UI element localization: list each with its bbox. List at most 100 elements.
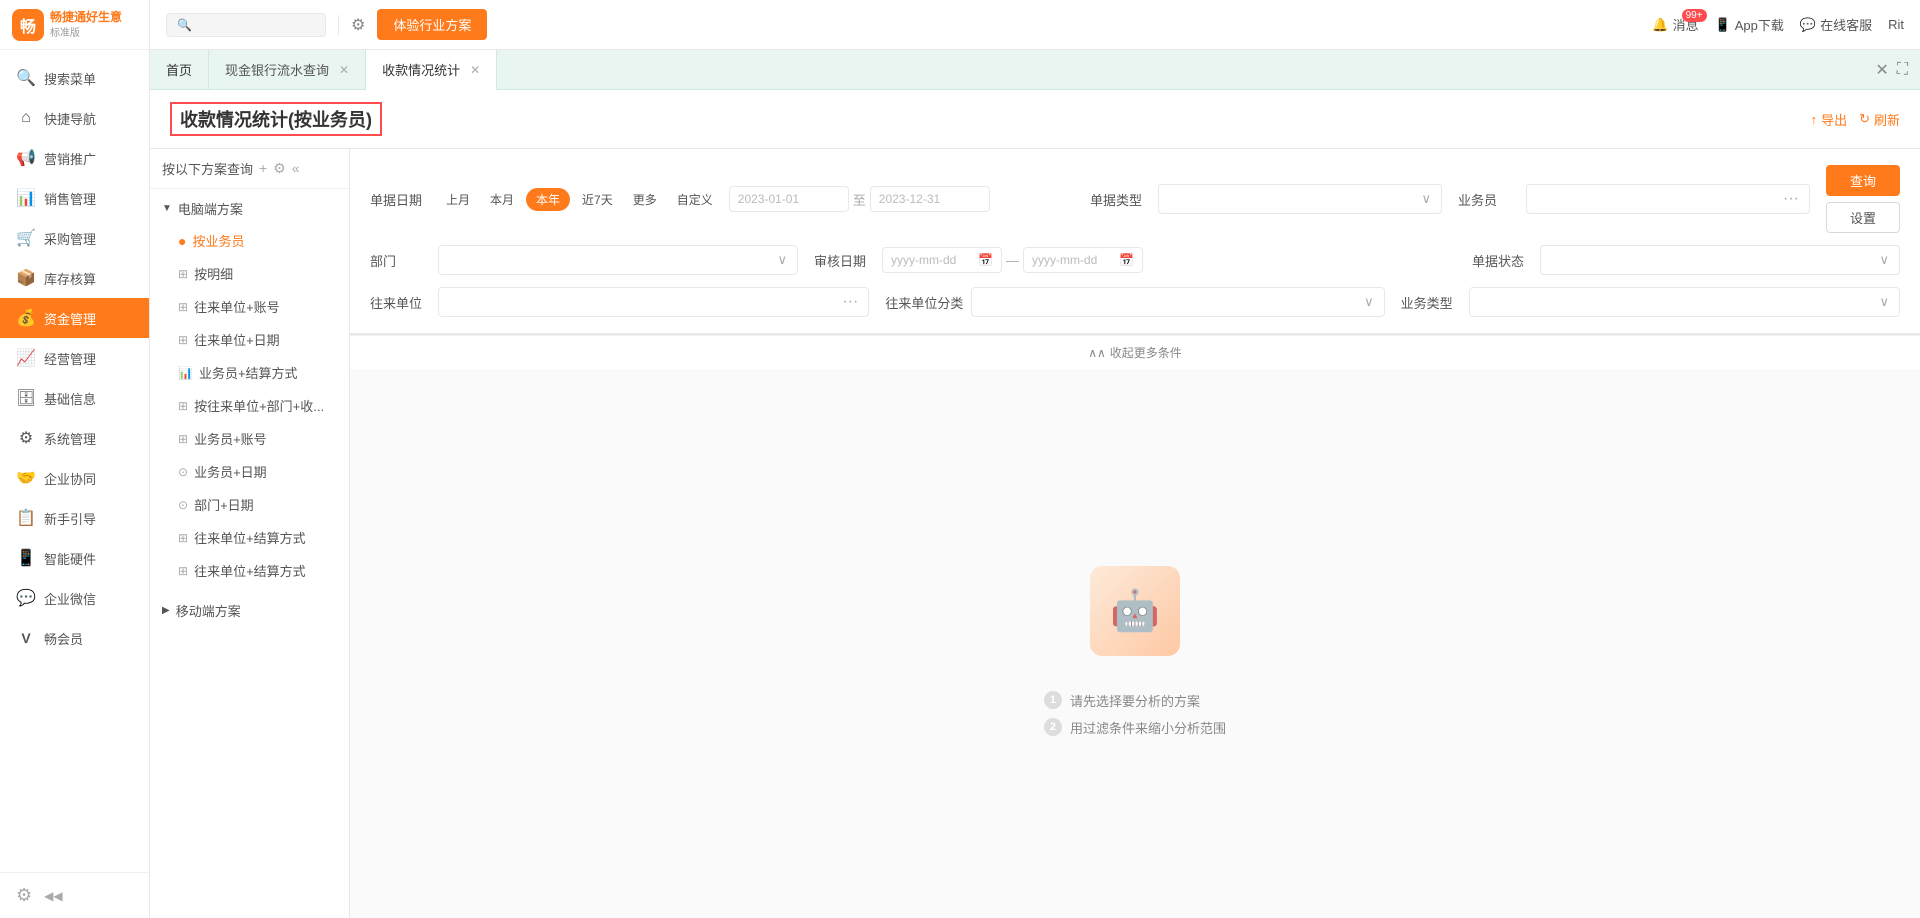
scheme-desktop-title[interactable]: ▼ 电脑端方案 <box>150 193 349 224</box>
date-tab-this-year[interactable]: 本年 <box>526 188 570 211</box>
counterpart-field: 往来单位 ··· <box>370 287 869 317</box>
tab-collection-close[interactable]: ✕ <box>470 63 480 77</box>
voucher-status-input[interactable]: ∨ <box>1540 245 1900 275</box>
finance-icon: 💰 <box>16 308 36 328</box>
scheme-item-icon-4: 📊 <box>178 366 193 380</box>
scheme-item-label-4: 业务员+结算方式 <box>199 363 298 382</box>
sidebar-item-system[interactable]: ⚙ 系统管理 <box>0 418 149 458</box>
gear-icon[interactable]: ⚙ <box>351 15 365 35</box>
date-end-input[interactable]: 2023-12-31 <box>870 186 990 212</box>
footer-expand-icon[interactable]: ◀◀ <box>44 889 62 903</box>
scheme-item-unit-date[interactable]: ⊞ 往来单位+日期 <box>150 323 349 356</box>
tab-bank[interactable]: 现金银行流水查询 ✕ <box>209 50 366 90</box>
empty-robot-icon: 🤖 <box>1090 566 1180 656</box>
logo-name: 畅捷通好生意 <box>50 10 122 24</box>
date-start-input[interactable]: 2023-01-01 <box>729 186 849 212</box>
tip-num-1: 1 <box>1044 691 1062 709</box>
scheme-item-unit-account[interactable]: ⊞ 往来单位+账号 <box>150 290 349 323</box>
refresh-label: 刷新 <box>1874 110 1900 129</box>
sidebar-item-search[interactable]: 🔍 搜索菜单 <box>0 58 149 98</box>
page-content: 收款情况统计(按业务员) ↑ 导出 ↻ 刷新 按以下 <box>150 90 1920 918</box>
sidebar-item-hardware[interactable]: 📱 智能硬件 <box>0 538 149 578</box>
tab-bank-close[interactable]: ✕ <box>339 63 349 77</box>
scheme-item-salesman-settle[interactable]: 📊 业务员+结算方式 <box>150 356 349 389</box>
review-end-input[interactable]: yyyy-mm-dd 📅 <box>1023 247 1143 273</box>
salesman-field: 业务员 ··· <box>1458 184 1810 214</box>
scheme-item-unit-dept[interactable]: ⊞ 按往来单位+部门+收... <box>150 389 349 422</box>
settings-button[interactable]: 设置 <box>1826 202 1900 233</box>
voucher-type-input[interactable]: ∨ <box>1158 184 1442 214</box>
sidebar-item-finance[interactable]: 💰 资金管理 <box>0 298 149 338</box>
query-button[interactable]: 查询 <box>1826 165 1900 196</box>
chevron-down-icon: ▼ <box>162 203 172 214</box>
scheme-panel-title: 按以下方案查询 <box>162 159 253 178</box>
scheme-item-unit-settle1[interactable]: ⊞ 往来单位+结算方式 <box>150 521 349 554</box>
tab-collection[interactable]: 收款情况统计 ✕ <box>366 50 497 90</box>
wechat-icon: 💬 <box>16 588 36 608</box>
sidebar-item-inventory[interactable]: 📦 库存核算 <box>0 258 149 298</box>
tip-text-1: 请先选择要分析的方案 <box>1070 691 1200 710</box>
scheme-settings-icon[interactable]: ⚙ <box>273 160 286 177</box>
sidebar-item-basic[interactable]: 🗄 基础信息 <box>0 378 149 418</box>
scheme-item-salesman-date[interactable]: ⊙ 业务员+日期 <box>150 455 349 488</box>
scheme-item-icon-7: ⊙ <box>178 465 188 479</box>
empty-state: 🤖 1 请先选择要分析的方案 2 用过滤条件来缩小分析范围 <box>350 369 1920 918</box>
review-start-input[interactable]: yyyy-mm-dd 📅 <box>882 247 1002 273</box>
trial-btn[interactable]: 体验行业方案 <box>377 9 487 40</box>
salesman-input[interactable]: ··· <box>1526 184 1810 214</box>
date-tab-7days[interactable]: 近7天 <box>574 188 621 211</box>
counterpart-category-input[interactable]: ∨ <box>971 287 1384 317</box>
scheme-mobile-section: ▶ 移动端方案 <box>150 591 349 630</box>
date-tab-last-month[interactable]: 上月 <box>438 188 478 211</box>
export-label: 导出 <box>1821 110 1847 129</box>
maximize-icon[interactable]: ⛶ <box>1897 61 1908 79</box>
sidebar-item-guide[interactable]: 📋 新手引导 <box>0 498 149 538</box>
date-tab-custom[interactable]: 自定义 <box>669 188 721 211</box>
date-tab-this-month[interactable]: 本月 <box>482 188 522 211</box>
scheme-item-dept-date[interactable]: ⊙ 部门+日期 <box>150 488 349 521</box>
department-field: 部门 ∨ <box>370 245 798 275</box>
business-type-input[interactable]: ∨ <box>1469 287 1900 317</box>
collapse-icon: ∧∧ <box>1088 346 1106 360</box>
scheme-item-detail[interactable]: ⊞ 按明细 <box>150 257 349 290</box>
tab-home[interactable]: 首页 <box>150 50 209 90</box>
sidebar-item-sales[interactable]: 📊 销售管理 <box>0 178 149 218</box>
sidebar-item-marketing[interactable]: 📢 营销推广 <box>0 138 149 178</box>
counterpart-category-label: 往来单位分类 <box>885 293 963 312</box>
close-window-icon[interactable]: ✕ <box>1875 60 1888 80</box>
collapse-bar[interactable]: ∧∧ 收起更多条件 <box>350 335 1920 369</box>
app-download-btn[interactable]: 📱 App下载 <box>1715 15 1784 34</box>
empty-tips: 1 请先选择要分析的方案 2 用过滤条件来缩小分析范围 <box>1044 691 1226 737</box>
footer-settings-icon[interactable]: ⚙ <box>16 885 32 906</box>
sidebar-item-member[interactable]: V 畅会员 <box>0 618 149 658</box>
date-tab-more[interactable]: 更多 <box>625 188 665 211</box>
purchase-icon: 🛒 <box>16 228 36 248</box>
sidebar-item-enterprise[interactable]: 🤝 企业协同 <box>0 458 149 498</box>
scheme-item-unit-settle2[interactable]: ⊞ 往来单位+结算方式 <box>150 554 349 587</box>
guide-icon: 📋 <box>16 508 36 528</box>
date-start-value: 2023-01-01 <box>738 192 799 206</box>
scheme-collapse-icon[interactable]: « <box>292 160 300 177</box>
online-service-btn[interactable]: 💬 在线客服 <box>1800 15 1872 34</box>
tip-text-2: 用过滤条件来缩小分析范围 <box>1070 718 1226 737</box>
topbar-search[interactable]: 🔍 <box>166 13 326 37</box>
counterpart-category-chevron: ∨ <box>1364 294 1374 310</box>
export-btn[interactable]: ↑ 导出 <box>1811 110 1848 129</box>
counterpart-input[interactable]: ··· <box>438 287 869 317</box>
scheme-item-salesman[interactable]: ● 按业务员 <box>150 224 349 257</box>
scheme-item-salesman-account[interactable]: ⊞ 业务员+账号 <box>150 422 349 455</box>
user-avatar[interactable]: Rit <box>1888 17 1904 32</box>
scheme-item-icon-10: ⊞ <box>178 564 188 578</box>
notifications-btn[interactable]: 🔔 消息 99+ <box>1652 15 1698 34</box>
sidebar-item-purchase[interactable]: 🛒 采购管理 <box>0 218 149 258</box>
scheme-add-icon[interactable]: + <box>259 160 267 177</box>
sidebar-item-operation[interactable]: 📈 经营管理 <box>0 338 149 378</box>
sidebar-item-wechat[interactable]: 💬 企业微信 <box>0 578 149 618</box>
enterprise-icon: 🤝 <box>16 468 36 488</box>
department-input[interactable]: ∨ <box>438 245 798 275</box>
refresh-btn[interactable]: ↻ 刷新 <box>1859 110 1900 129</box>
salesman-more-icon[interactable]: ··· <box>1783 190 1799 208</box>
sidebar-item-shortcut[interactable]: ⌂ 快捷导航 <box>0 98 149 138</box>
scheme-mobile-title[interactable]: ▶ 移动端方案 <box>150 595 349 626</box>
counterpart-more-icon[interactable]: ··· <box>842 293 858 311</box>
